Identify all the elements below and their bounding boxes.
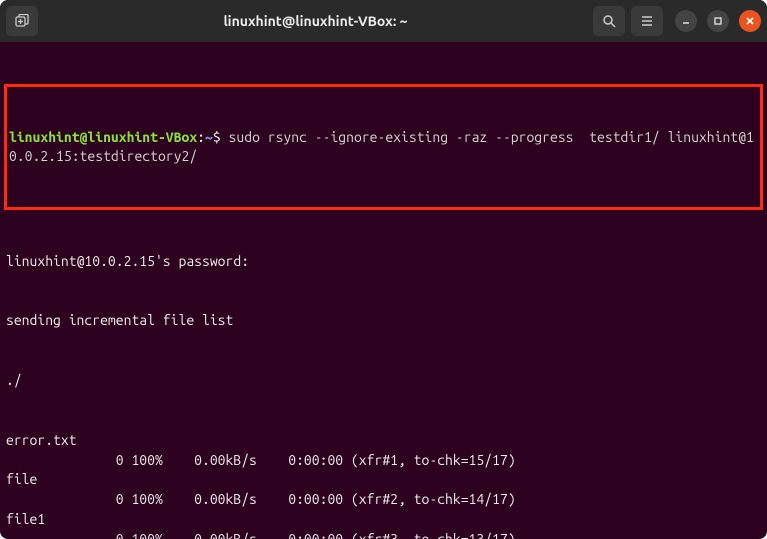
menu-button[interactable] bbox=[631, 6, 663, 36]
file-list: error.txt 0 100% 0.00kB/s 0:00:00 (xfr#1… bbox=[6, 431, 761, 539]
prompt-line: linuxhint@linuxhint-VBox:~$ sudo rsync -… bbox=[9, 128, 758, 168]
minimize-icon bbox=[681, 16, 691, 26]
maximize-icon bbox=[713, 16, 723, 26]
prompt-colon: : bbox=[197, 129, 205, 145]
progress-line: 0 100% 0.00kB/s 0:00:00 (xfr#3, to-chk=1… bbox=[6, 530, 761, 539]
new-tab-icon bbox=[15, 14, 29, 28]
terminal-body[interactable]: linuxhint@linuxhint-VBox:~$ sudo rsync -… bbox=[0, 42, 767, 539]
output-line: ./ bbox=[6, 371, 761, 391]
hamburger-menu-icon bbox=[640, 14, 654, 28]
list-item: file bbox=[6, 470, 761, 490]
output-line: sending incremental file list bbox=[6, 311, 761, 331]
maximize-button[interactable] bbox=[707, 10, 729, 32]
search-icon bbox=[602, 14, 616, 28]
progress-line: 0 100% 0.00kB/s 0:00:00 (xfr#2, to-chk=1… bbox=[6, 490, 761, 510]
terminal-window: linuxhint@linuxhint-VBox: ~ bbox=[0, 0, 767, 539]
password-prompt: linuxhint@10.0.2.15's password: bbox=[6, 252, 761, 272]
search-button[interactable] bbox=[593, 6, 625, 36]
progress-line: 0 100% 0.00kB/s 0:00:00 (xfr#1, to-chk=1… bbox=[6, 451, 761, 471]
window-title: linuxhint@linuxhint-VBox: ~ bbox=[44, 13, 587, 29]
list-item: error.txt bbox=[6, 431, 761, 451]
prompt-path: ~ bbox=[205, 129, 213, 145]
titlebar: linuxhint@linuxhint-VBox: ~ bbox=[0, 0, 767, 42]
prompt-user: linuxhint bbox=[9, 129, 80, 145]
command-highlight: linuxhint@linuxhint-VBox:~$ sudo rsync -… bbox=[4, 84, 763, 210]
prompt-host: linuxhint-VBox bbox=[87, 129, 197, 145]
prompt-symbol: $ bbox=[213, 129, 221, 145]
window-controls bbox=[675, 10, 761, 32]
close-button[interactable] bbox=[739, 10, 761, 32]
minimize-button[interactable] bbox=[675, 10, 697, 32]
close-icon bbox=[745, 16, 755, 26]
list-item: file1 bbox=[6, 510, 761, 530]
new-tab-button[interactable] bbox=[6, 6, 38, 36]
